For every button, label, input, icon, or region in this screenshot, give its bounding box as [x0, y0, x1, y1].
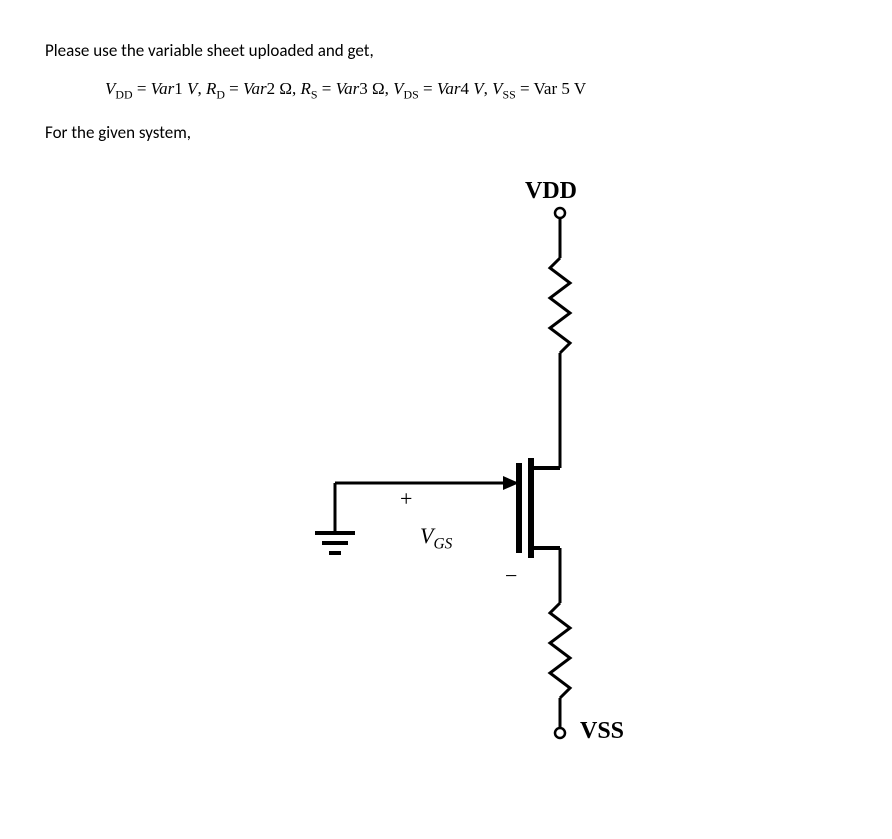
minus-sign: − [505, 563, 517, 589]
resistor-rd [550, 258, 570, 353]
vdd-node [555, 208, 565, 218]
vgs-label: VGS [420, 523, 452, 553]
intro-text: Please use the variable sheet uploaded a… [45, 40, 847, 61]
system-text: For the given system, [45, 122, 847, 143]
vdd-label: VDD [525, 178, 577, 205]
vss-label: VSS [580, 718, 624, 745]
equation-line: VDD = Var1 V, RD = Var2 Ω, RS = Var3 Ω, … [105, 79, 847, 102]
vss-node [555, 728, 565, 738]
resistor-rs [550, 603, 570, 698]
plus-sign: + [400, 486, 412, 512]
circuit-svg [225, 183, 825, 743]
circuit-diagram: VDD VSS + − VGS [225, 183, 825, 743]
